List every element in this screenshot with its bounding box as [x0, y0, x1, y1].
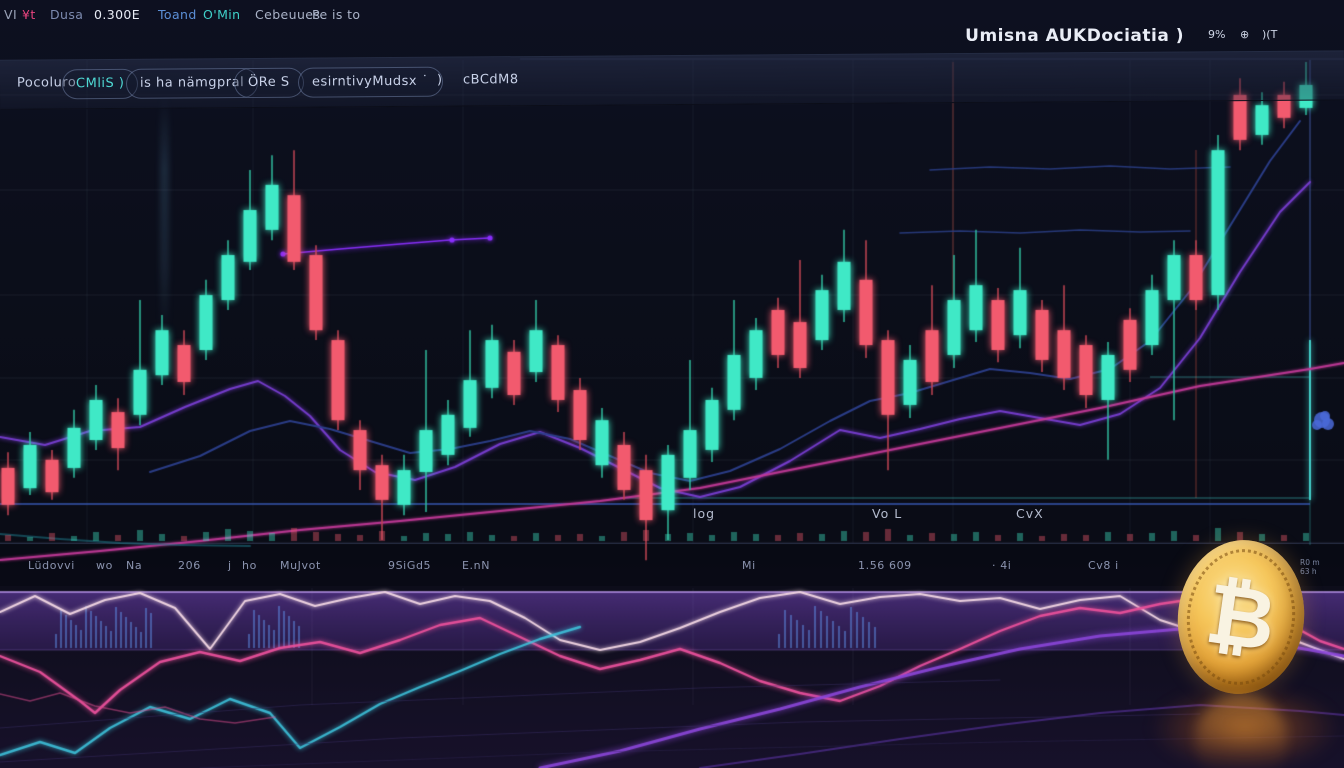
tab-bar: PocoluroCMliS )is ha nämgpralÖRe Sesirnt…	[0, 50, 1344, 109]
menu-item-7[interactable]: Pe is to	[312, 7, 360, 22]
menu-item-1[interactable]: ¥t	[22, 7, 36, 22]
tab-3[interactable]: ÖRe S	[234, 68, 304, 98]
menu-item-2[interactable]: Dusa	[50, 7, 83, 22]
menu-item-4[interactable]: Toand	[158, 7, 197, 22]
bitcoin-symbol: ₿	[1168, 532, 1314, 702]
pane-label-row: log Vo L CvX	[0, 506, 1344, 526]
tab-4[interactable]: esirntivyMudsx ˙	[298, 67, 443, 98]
menu-item-3[interactable]: 0.300E	[94, 7, 140, 22]
pane-label-1: Vo L	[872, 506, 902, 521]
ticker-title: Umisna AUKDociatia )	[965, 26, 1184, 46]
menu-item-5[interactable]: O'Min	[203, 7, 240, 22]
tab-6[interactable]: cBCdM8	[450, 66, 532, 95]
menu-item-0[interactable]: VI	[4, 7, 17, 22]
coin-face: ₿	[1170, 534, 1311, 700]
pane-label-0: log	[693, 506, 715, 521]
pane-label-2: CvX	[1016, 506, 1044, 521]
price-chart-canvas[interactable]	[0, 0, 1344, 768]
menu-item-6[interactable]: Cebeuues	[255, 7, 320, 22]
bitcoin-coin: ₿	[1168, 536, 1318, 768]
trading-dashboard: VI ¥t Dusa 0.300E Toand O'Min CebeuuesPe is to…	[0, 0, 1344, 768]
